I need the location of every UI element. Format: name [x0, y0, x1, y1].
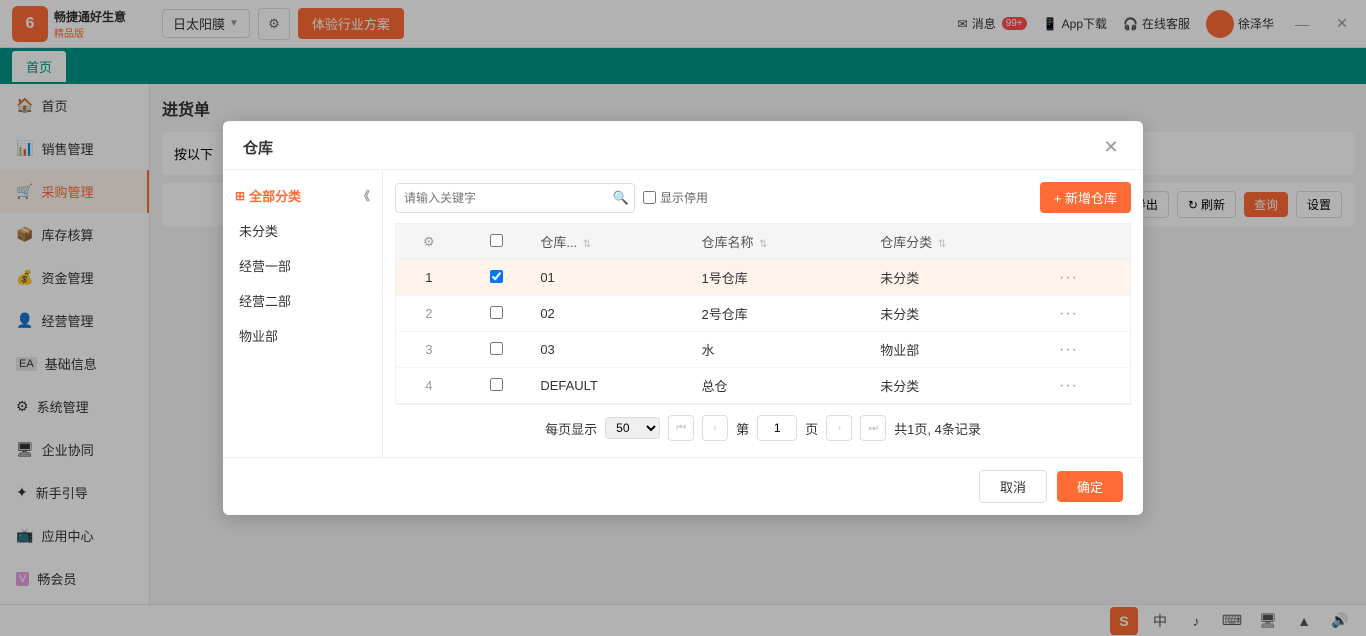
table-header-gear[interactable]: ⚙ [396, 224, 462, 260]
table-header-code[interactable]: 仓库... ⇅ [530, 224, 691, 260]
per-page-select[interactable]: 50 20 100 [605, 417, 660, 439]
row-gear-cell: 2 [396, 296, 462, 332]
modal-cancel-button[interactable]: 取消 [979, 470, 1047, 503]
sort-icon-code: ⇅ [583, 239, 591, 250]
show-disabled-checkbox[interactable] [643, 191, 656, 204]
row-more-button[interactable]: ··· [1059, 305, 1078, 322]
modal-toolbar: 🔍 显示停用 + 新增仓库 [395, 182, 1131, 213]
row-checkbox-cell[interactable] [462, 332, 531, 368]
pagination-summary: 共1页, 4条记录 [894, 419, 981, 438]
warehouse-modal: 仓库 ✕ ⊞ 全部分类 《 未分类 经营一部 经营二部 物业部 [223, 121, 1143, 515]
sort-icon-category: ⇅ [938, 239, 946, 250]
row-gear-cell: 4 [396, 368, 462, 404]
table-header-name[interactable]: 仓库名称 ⇅ [691, 224, 870, 260]
modal-body: ⊞ 全部分类 《 未分类 经营一部 经营二部 物业部 🔍 [223, 170, 1143, 457]
row-category-cell: 未分类 [870, 296, 1049, 332]
row-gear-cell: 1 [396, 260, 462, 296]
page-prev-button[interactable]: ‹ [702, 415, 728, 441]
table-select-all-checkbox[interactable] [490, 234, 503, 247]
modal-category-unclassified[interactable]: 未分类 [223, 213, 382, 248]
row-more-cell[interactable]: ··· [1049, 260, 1130, 296]
row-category-cell: 未分类 [870, 260, 1049, 296]
row-category-cell: 物业部 [870, 332, 1049, 368]
table-row[interactable]: 4 DEFAULT 总仓 未分类 ··· [396, 368, 1130, 404]
modal-footer: 取消 确定 [223, 457, 1143, 515]
row-code-cell: 01 [530, 260, 691, 296]
row-select-checkbox[interactable] [490, 270, 503, 283]
row-category-cell: 未分类 [870, 368, 1049, 404]
row-name-cell: 总仓 [691, 368, 870, 404]
row-select-checkbox[interactable] [490, 378, 503, 391]
row-gear-cell: 3 [396, 332, 462, 368]
modal-header: 仓库 ✕ [223, 121, 1143, 170]
row-code-cell: 02 [530, 296, 691, 332]
row-checkbox-cell[interactable] [462, 296, 531, 332]
page-number-input[interactable] [757, 415, 797, 441]
row-select-checkbox[interactable] [490, 342, 503, 355]
page-next-button[interactable]: › [826, 415, 852, 441]
add-warehouse-button[interactable]: + 新增仓库 [1040, 182, 1131, 213]
page-first-button[interactable]: ⏮ [668, 415, 694, 441]
modal-title: 仓库 [243, 137, 273, 158]
row-more-button[interactable]: ··· [1059, 377, 1078, 394]
per-page-label: 每页显示 [545, 419, 597, 438]
search-icon[interactable]: 🔍 [613, 190, 629, 206]
modal-all-category-header[interactable]: ⊞ 全部分类 《 [223, 178, 382, 213]
row-checkbox-cell[interactable] [462, 260, 531, 296]
table-header-checkbox [462, 224, 531, 260]
row-more-cell[interactable]: ··· [1049, 296, 1130, 332]
modal-main-content: 🔍 显示停用 + 新增仓库 ⚙ [383, 170, 1143, 457]
modal-pagination: 每页显示 50 20 100 ⏮ ‹ 第 页 › ⏭ 共1页, 4条记录 [395, 405, 1131, 445]
page-last-button[interactable]: ⏭ [860, 415, 886, 441]
row-name-cell: 2号仓库 [691, 296, 870, 332]
show-disabled-label: 显示停用 [643, 189, 708, 206]
page-label: 第 [736, 419, 749, 438]
sort-icon-name: ⇅ [759, 239, 767, 250]
row-name-cell: 1号仓库 [691, 260, 870, 296]
modal-category-property[interactable]: 物业部 [223, 318, 382, 353]
warehouse-table: ⚙ 仓库... ⇅ 仓库名称 ⇅ 仓库分类 ⇅ [396, 224, 1130, 404]
row-code-cell: 03 [530, 332, 691, 368]
page-unit: 页 [805, 419, 818, 438]
modal-overlay: 仓库 ✕ ⊞ 全部分类 《 未分类 经营一部 经营二部 物业部 [0, 0, 1366, 636]
row-more-button[interactable]: ··· [1059, 269, 1078, 286]
row-code-cell: DEFAULT [530, 368, 691, 404]
modal-category-ops1[interactable]: 经营一部 [223, 248, 382, 283]
search-wrap: 🔍 [395, 183, 635, 213]
warehouse-table-wrap: ⚙ 仓库... ⇅ 仓库名称 ⇅ 仓库分类 ⇅ [395, 223, 1131, 405]
table-row[interactable]: 1 01 1号仓库 未分类 ··· [396, 260, 1130, 296]
modal-confirm-button[interactable]: 确定 [1057, 471, 1123, 502]
modal-close-button[interactable]: ✕ [1099, 135, 1123, 159]
table-row[interactable]: 3 03 水 物业部 ··· [396, 332, 1130, 368]
warehouse-search-input[interactable] [395, 183, 635, 213]
row-more-button[interactable]: ··· [1059, 341, 1078, 358]
table-header-actions [1049, 224, 1130, 260]
row-checkbox-cell[interactable] [462, 368, 531, 404]
row-name-cell: 水 [691, 332, 870, 368]
table-row[interactable]: 2 02 2号仓库 未分类 ··· [396, 296, 1130, 332]
sidebar-collapse-icon[interactable]: 《 [358, 187, 370, 204]
modal-category-sidebar: ⊞ 全部分类 《 未分类 经营一部 经营二部 物业部 [223, 170, 383, 457]
modal-category-ops2[interactable]: 经营二部 [223, 283, 382, 318]
row-more-cell[interactable]: ··· [1049, 332, 1130, 368]
row-more-cell[interactable]: ··· [1049, 368, 1130, 404]
row-select-checkbox[interactable] [490, 306, 503, 319]
table-header-category[interactable]: 仓库分类 ⇅ [870, 224, 1049, 260]
